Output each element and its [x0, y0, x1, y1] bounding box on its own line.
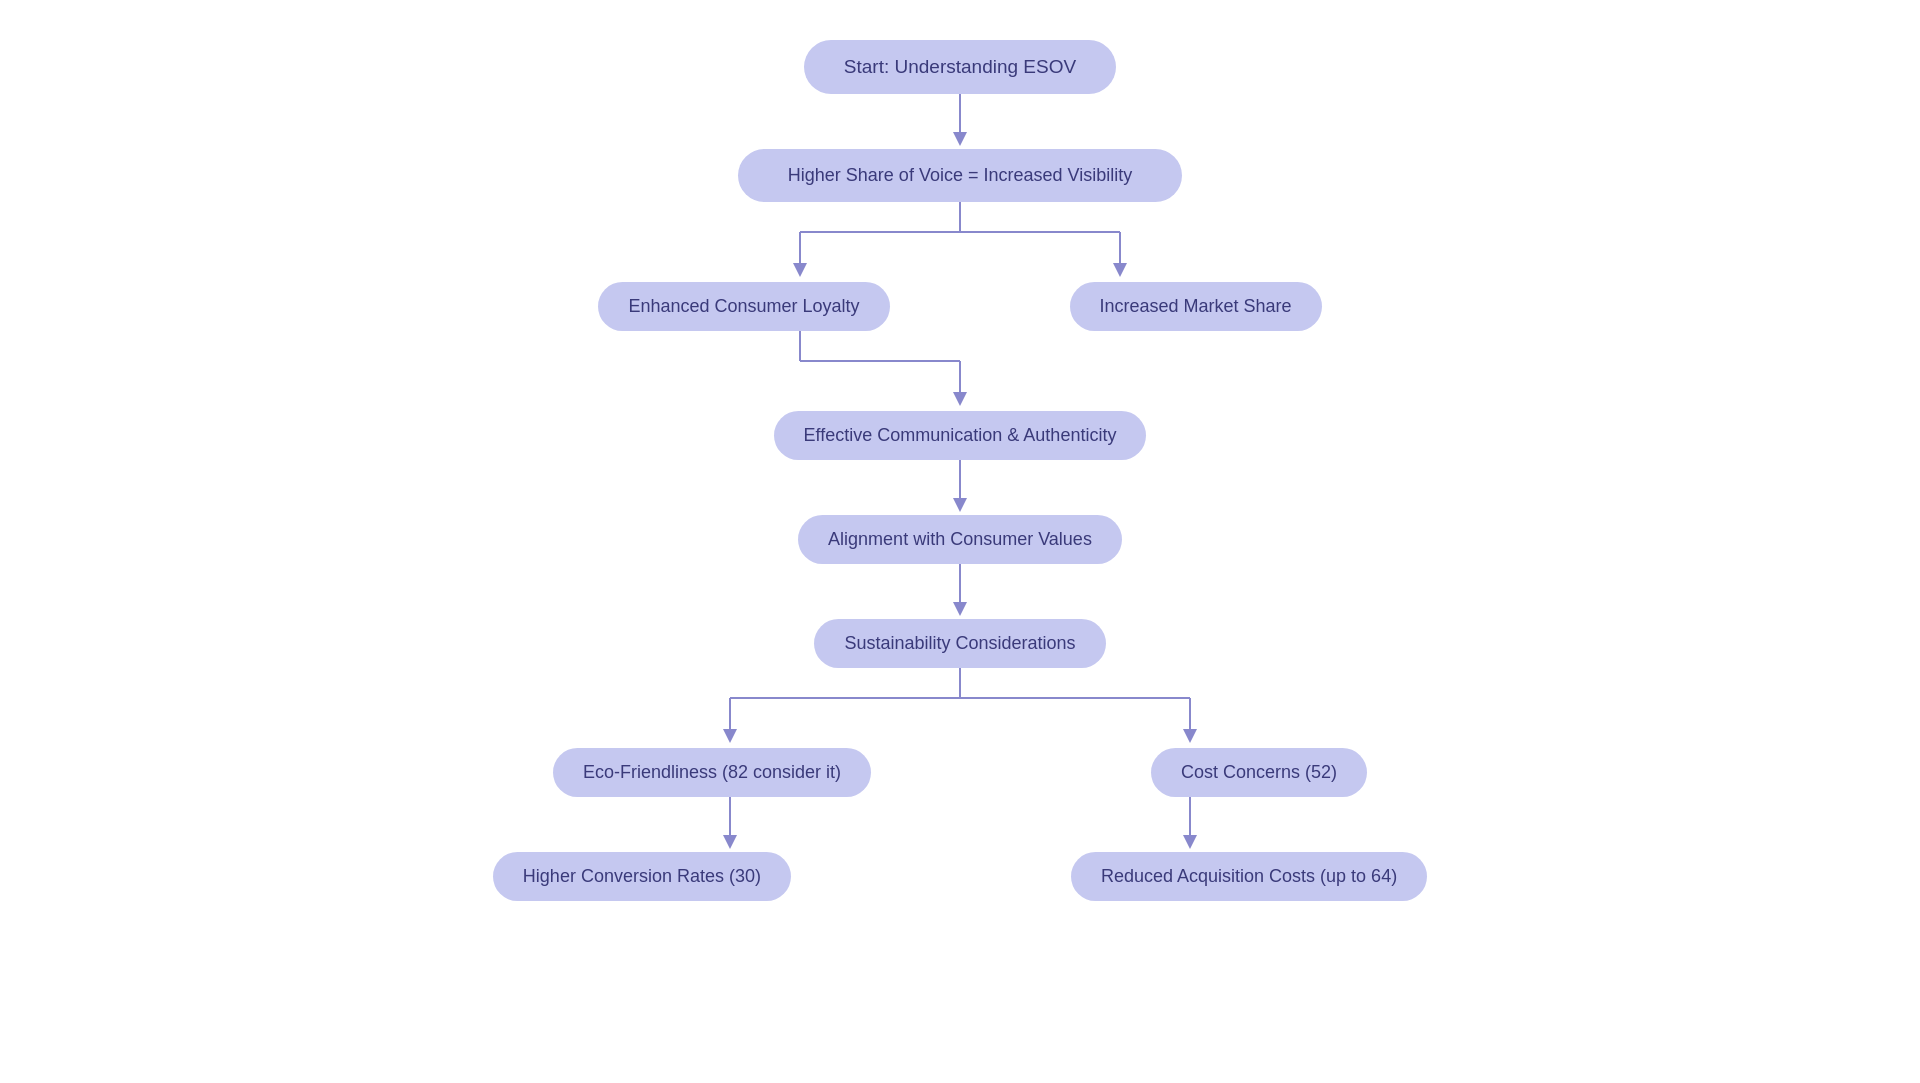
svg-marker-23 [723, 835, 737, 849]
node-increased-market: Increased Market Share [1070, 282, 1322, 331]
node-alignment: Alignment with Consumer Values [798, 515, 1122, 564]
svg-marker-11 [953, 392, 967, 406]
node-cost-concerns: Cost Concerns (52) [1151, 748, 1367, 797]
node-sustainability: Sustainability Considerations [814, 619, 1105, 668]
svg-marker-13 [953, 498, 967, 512]
node-enhanced-loyalty: Enhanced Consumer Loyalty [598, 282, 889, 331]
node-higher-sov: Higher Share of Voice = Increased Visibi… [738, 149, 1182, 202]
arrow-1 [950, 94, 970, 149]
node-higher-conversion: Higher Conversion Rates (30) [493, 852, 791, 901]
arrow-2 [950, 460, 970, 515]
svg-marker-25 [1183, 835, 1197, 849]
arrow-3 [950, 564, 970, 619]
node-eco-friendliness: Eco-Friendliness (82 consider it) [553, 748, 871, 797]
svg-marker-19 [723, 729, 737, 743]
arrow-split-2 [650, 668, 1270, 748]
svg-marker-1 [953, 132, 967, 146]
svg-marker-15 [953, 602, 967, 616]
arrow-merge-1 [700, 331, 1220, 411]
node-effective-comm: Effective Communication & Authenticity [774, 411, 1147, 460]
svg-marker-5 [793, 263, 807, 277]
node-reduced-acquisition: Reduced Acquisition Costs (up to 64) [1071, 852, 1427, 901]
arrow-split-3 [650, 797, 1270, 852]
node-start: Start: Understanding ESOV [804, 40, 1116, 94]
svg-marker-7 [1113, 263, 1127, 277]
svg-marker-21 [1183, 729, 1197, 743]
diagram-container: Start: Understanding ESOV Higher Share o… [0, 20, 1920, 921]
arrow-split-1 [700, 202, 1220, 282]
